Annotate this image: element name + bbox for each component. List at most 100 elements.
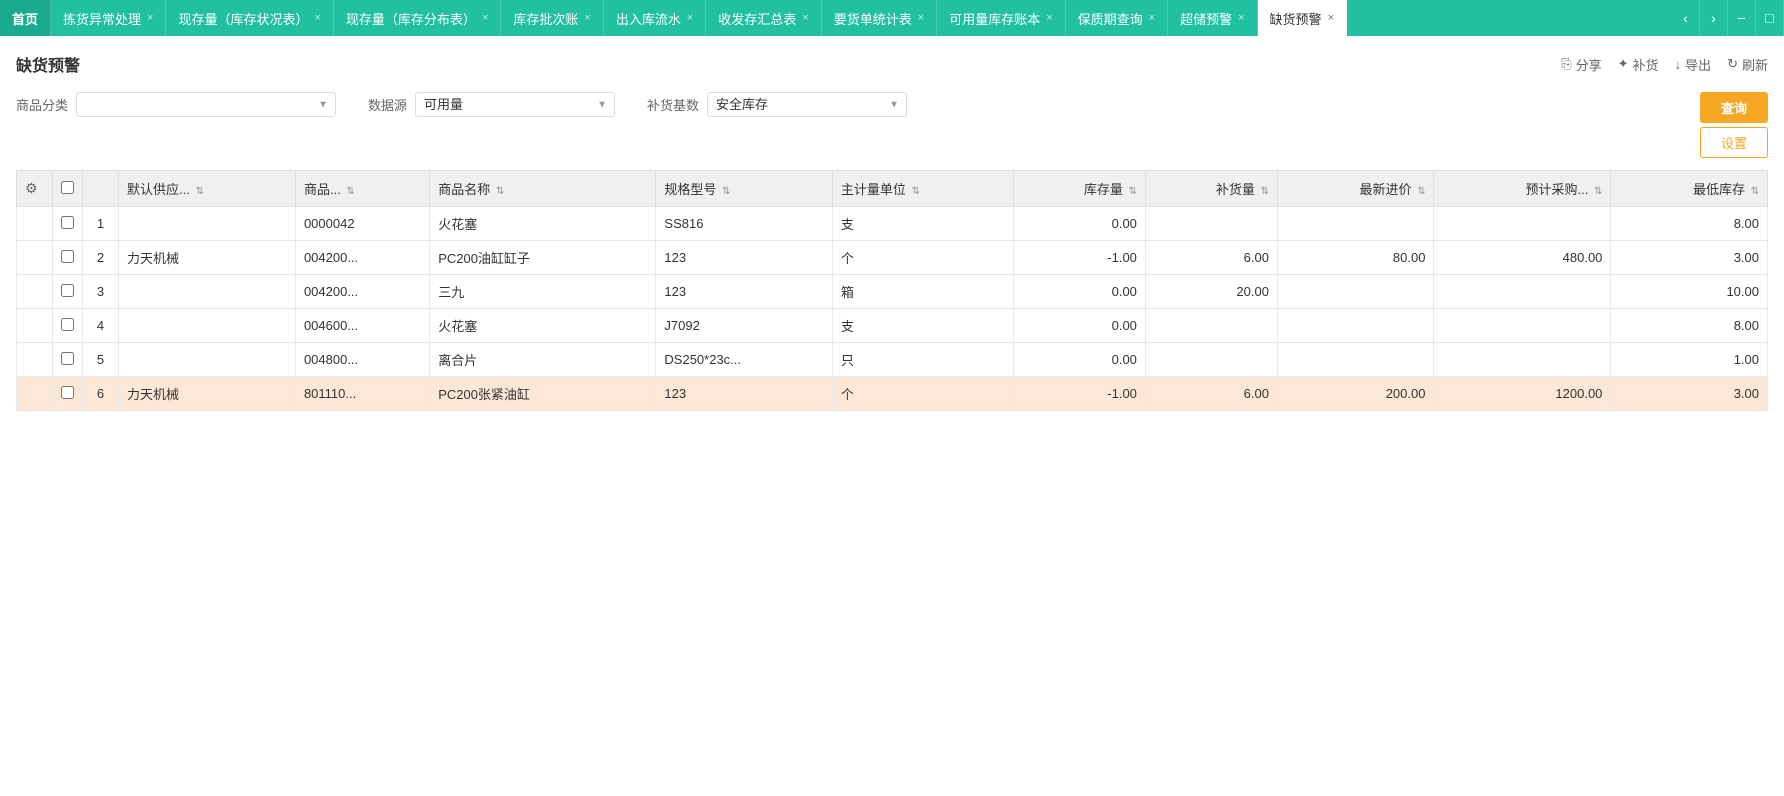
sort-icon-price: ⇅ — [1417, 186, 1425, 197]
row-checkbox-2[interactable] — [61, 284, 74, 297]
th-inventory-label: 库存量 — [1084, 182, 1123, 197]
table-header-row: ⚙ 默认供应... ⇅ 商品... ⇅ 商品名称 ⇅ — [17, 171, 1768, 207]
replenish-basis-filter: 补货基数 安全库存 — [647, 92, 907, 117]
filter-actions: 查询 设置 — [1700, 92, 1768, 158]
td-checkbox-3[interactable] — [53, 309, 83, 343]
tab-demand-stat-close[interactable]: × — [918, 12, 924, 24]
category-select[interactable] — [76, 92, 336, 117]
row-checkbox-3[interactable] — [61, 318, 74, 331]
tab-batch-account[interactable]: 库存批次账 × — [501, 0, 603, 36]
sort-icon-spec: ⇅ — [722, 186, 730, 197]
tab-expiry-query[interactable]: 保质期查询 × — [1066, 0, 1168, 36]
replenish-button[interactable]: ✦ 补货 — [1618, 55, 1659, 74]
tab-inout-flow-close[interactable]: × — [687, 12, 693, 24]
tab-inventory-status-close[interactable]: × — [314, 12, 320, 24]
th-est-purchase-label: 预计采购... — [1526, 182, 1589, 197]
page-title-bar: 缺货预警 ⎘ 分享 ✦ 补货 ↓ 导出 ↻ 刷新 — [16, 52, 1768, 76]
td-inventory-3: 0.00 — [1013, 309, 1145, 343]
tab-batch-account-close[interactable]: × — [584, 12, 590, 24]
sort-icon-unit: ⇅ — [912, 186, 920, 197]
th-default-supplier[interactable]: 默认供应... ⇅ — [119, 171, 296, 207]
td-rownum-1: 2 — [83, 241, 119, 275]
tab-available-ledger[interactable]: 可用量库存账本 × — [937, 0, 1065, 36]
tab-expiry-query-close[interactable]: × — [1149, 12, 1155, 24]
share-button[interactable]: ⎘ 分享 — [1561, 55, 1601, 74]
th-product-name[interactable]: 商品名称 ⇅ — [430, 171, 656, 207]
tab-recv-summary-close[interactable]: × — [802, 12, 808, 24]
tab-next-button[interactable]: › — [1700, 0, 1728, 36]
tab-inventory-status[interactable]: 现存量（库存状况表） × — [166, 0, 333, 36]
td-checkbox-0[interactable] — [53, 207, 83, 241]
tab-inventory-dist-close[interactable]: × — [482, 12, 488, 24]
query-button[interactable]: 查询 — [1700, 92, 1768, 123]
tab-prev-button[interactable]: ‹ — [1672, 0, 1700, 36]
td-code-5: 801110... — [295, 377, 429, 411]
refresh-label: 刷新 — [1742, 55, 1768, 74]
tab-overstock[interactable]: 超储预警 × — [1168, 0, 1257, 36]
refresh-button[interactable]: ↻ 刷新 — [1727, 55, 1768, 74]
td-spec-2: 123 — [656, 275, 832, 309]
td-supplier-3 — [119, 309, 296, 343]
replenish-basis-select[interactable]: 安全库存 — [707, 92, 907, 117]
td-supplier-5: 力天机械 — [119, 377, 296, 411]
td-price-5: 200.00 — [1277, 377, 1434, 411]
th-gear[interactable]: ⚙ — [17, 171, 53, 207]
th-min-inventory[interactable]: 最低库存 ⇅ — [1611, 171, 1768, 207]
td-min-inv-5: 3.00 — [1611, 377, 1768, 411]
th-product-code[interactable]: 商品... ⇅ — [295, 171, 429, 207]
td-code-2: 004200... — [295, 275, 429, 309]
row-checkbox-1[interactable] — [61, 250, 74, 263]
td-replenish-1: 6.00 — [1145, 241, 1277, 275]
export-button[interactable]: ↓ 导出 — [1675, 55, 1712, 74]
tab-maximize-button[interactable]: □ — [1756, 0, 1784, 36]
td-price-2 — [1277, 275, 1434, 309]
td-min-inv-2: 10.00 — [1611, 275, 1768, 309]
settings-button[interactable]: 设置 — [1700, 127, 1768, 158]
tab-overstock-close[interactable]: × — [1238, 12, 1244, 24]
gear-icon: ⚙ — [25, 180, 38, 196]
tab-abnormal[interactable]: 拣货异常处理 × — [51, 0, 166, 36]
row-checkbox-5[interactable] — [61, 386, 74, 399]
tab-home[interactable]: 首页 — [0, 0, 51, 36]
tab-minimize-button[interactable]: − — [1728, 0, 1756, 36]
tab-inout-flow[interactable]: 出入库流水 × — [604, 0, 706, 36]
category-filter: 商品分类 — [16, 92, 336, 117]
select-all-checkbox[interactable] — [61, 181, 74, 194]
tab-inventory-dist[interactable]: 现存量（库存分布表） × — [334, 0, 501, 36]
th-est-purchase[interactable]: 预计采购... ⇅ — [1434, 171, 1611, 207]
td-name-0: 火花塞 — [430, 207, 656, 241]
th-latest-price[interactable]: 最新进价 ⇅ — [1277, 171, 1434, 207]
tab-abnormal-close[interactable]: × — [147, 12, 153, 24]
td-checkbox-5[interactable] — [53, 377, 83, 411]
th-inventory[interactable]: 库存量 ⇅ — [1013, 171, 1145, 207]
th-product-code-label: 商品... — [304, 182, 341, 197]
td-rownum-3: 4 — [83, 309, 119, 343]
td-checkbox-1[interactable] — [53, 241, 83, 275]
tab-recv-summary[interactable]: 收发存汇总表 × — [706, 0, 821, 36]
td-spec-0: SS816 — [656, 207, 832, 241]
td-gear-0 — [17, 207, 53, 241]
row-checkbox-4[interactable] — [61, 352, 74, 365]
tab-bar: 首页 拣货异常处理 × 现存量（库存状况表） × 现存量（库存分布表） × 库存… — [0, 0, 1784, 36]
datasource-select[interactable]: 可用量 — [415, 92, 615, 117]
row-checkbox-0[interactable] — [61, 216, 74, 229]
td-checkbox-2[interactable] — [53, 275, 83, 309]
share-label: 分享 — [1576, 55, 1602, 74]
td-purchase-0 — [1434, 207, 1611, 241]
th-replenish-qty[interactable]: 补货量 ⇅ — [1145, 171, 1277, 207]
tab-shortage-close[interactable]: × — [1328, 12, 1334, 24]
page-title: 缺货预警 — [16, 52, 1561, 76]
datasource-filter: 数据源 可用量 — [368, 92, 615, 117]
th-spec-model[interactable]: 规格型号 ⇅ — [656, 171, 832, 207]
tab-prev-icon: ‹ — [1683, 10, 1688, 26]
tab-shortage[interactable]: 缺货预警 × — [1258, 0, 1347, 36]
td-price-3 — [1277, 309, 1434, 343]
tab-available-ledger-close[interactable]: × — [1046, 12, 1052, 24]
tab-demand-stat[interactable]: 要货单统计表 × — [822, 0, 937, 36]
th-unit[interactable]: 主计量单位 ⇅ — [832, 171, 1013, 207]
td-gear-4 — [17, 343, 53, 377]
th-checkbox[interactable] — [53, 171, 83, 207]
td-purchase-5: 1200.00 — [1434, 377, 1611, 411]
td-checkbox-4[interactable] — [53, 343, 83, 377]
th-default-supplier-label: 默认供应... — [127, 182, 190, 197]
